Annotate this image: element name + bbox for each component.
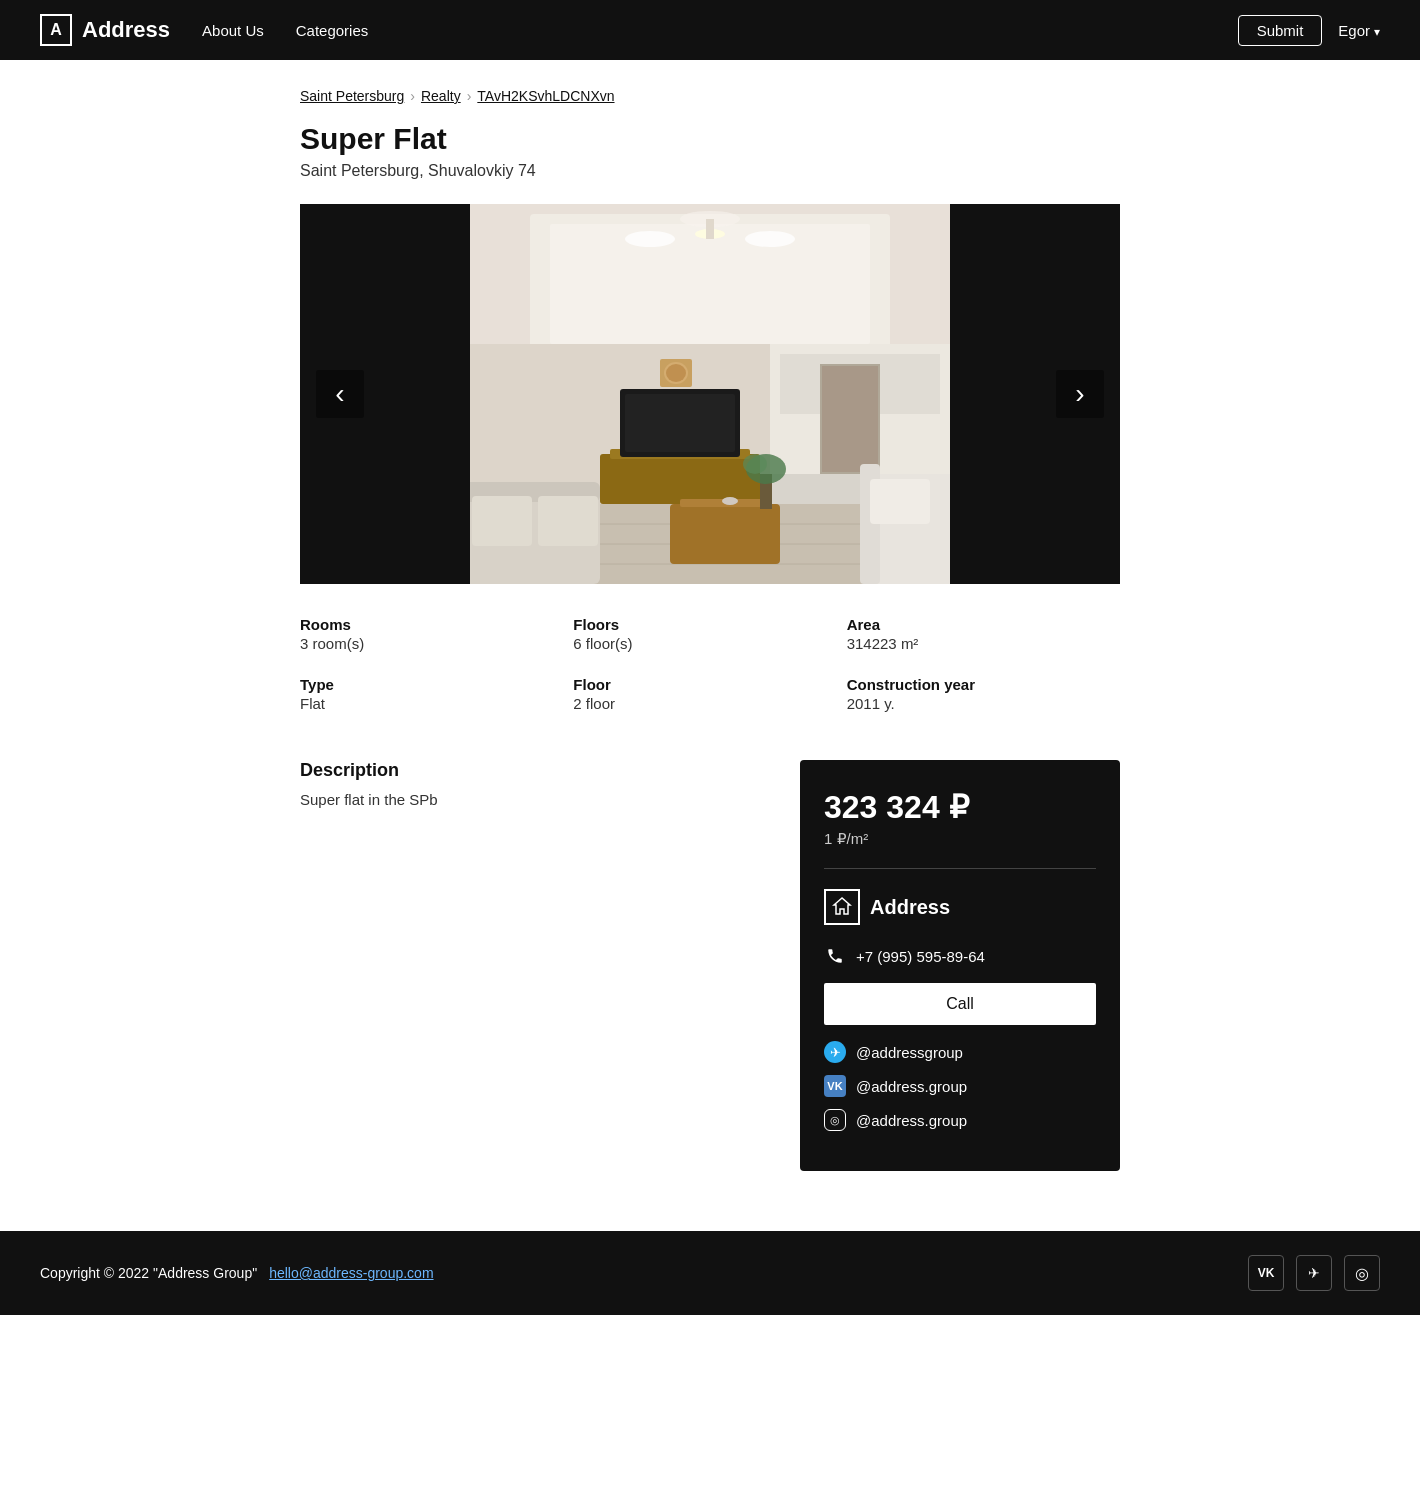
- navbar-right: Submit Egor: [1238, 15, 1380, 46]
- submit-button[interactable]: Submit: [1238, 15, 1323, 46]
- breadcrumb-item-city[interactable]: Saint Petersburg: [300, 88, 404, 104]
- footer: Copyright © 2022 "Address Group" hello@a…: [0, 1231, 1420, 1315]
- user-menu[interactable]: Egor: [1338, 22, 1380, 39]
- vk-icon: VK: [824, 1075, 846, 1097]
- spec-rooms: Rooms 3 room(s): [300, 616, 573, 652]
- spec-rooms-value: 3 room(s): [300, 635, 573, 652]
- spec-area-value: 314223 m²: [847, 635, 1120, 652]
- spec-type-value: Flat: [300, 695, 573, 712]
- logo-icon: A: [40, 14, 72, 46]
- svg-point-35: [743, 454, 767, 474]
- description-title: Description: [300, 760, 768, 781]
- agency-header: Address: [824, 889, 1096, 925]
- svg-rect-37: [706, 219, 714, 239]
- telegram-icon: ✈: [824, 1041, 846, 1063]
- instagram-handle: @address.group: [856, 1112, 967, 1129]
- instagram-icon: ◎: [824, 1109, 846, 1131]
- navbar: A Address About Us Categories Submit Ego…: [0, 0, 1420, 60]
- slider-next-button[interactable]: ›: [1056, 370, 1104, 418]
- spec-area-label: Area: [847, 616, 1120, 633]
- spec-floors-value: 6 floor(s): [573, 635, 846, 652]
- nav-about[interactable]: About Us: [202, 22, 264, 39]
- logo-text: Address: [82, 17, 170, 43]
- svg-point-4: [745, 231, 795, 247]
- svg-point-29: [722, 497, 738, 505]
- vk-handle: @address.group: [856, 1078, 967, 1095]
- breadcrumb-item-id[interactable]: TAvH2KSvhLDCNXvn: [477, 88, 614, 104]
- vk-row: VK @address.group: [824, 1075, 1096, 1097]
- telegram-handle: @addressgroup: [856, 1044, 963, 1061]
- navbar-left: A Address About Us Categories: [40, 14, 368, 46]
- agency-name: Address: [870, 896, 950, 919]
- footer-telegram-button[interactable]: ✈: [1296, 1255, 1332, 1291]
- room-image: [470, 204, 950, 584]
- instagram-row: ◎ @address.group: [824, 1109, 1096, 1131]
- description-text: Super flat in the SPb: [300, 791, 768, 808]
- spec-floor-value: 2 floor: [573, 695, 846, 712]
- footer-left: Copyright © 2022 "Address Group" hello@a…: [40, 1265, 434, 1281]
- price-card: 323 324 ₽ 1 ₽/m² Address +7 (995): [800, 760, 1120, 1171]
- spec-construction-year-value: 2011 y.: [847, 695, 1120, 712]
- main-layout: Description Super flat in the SPb 323 32…: [300, 760, 1120, 1171]
- footer-vk-button[interactable]: VK: [1248, 1255, 1284, 1291]
- slider-prev-button[interactable]: ‹: [316, 370, 364, 418]
- user-name: Egor: [1338, 22, 1370, 39]
- specs-grid: Rooms 3 room(s) Floors 6 floor(s) Area 3…: [300, 616, 1120, 712]
- nav-categories[interactable]: Categories: [296, 22, 369, 39]
- footer-socials: VK ✈ ◎: [1248, 1255, 1380, 1291]
- spec-construction-year: Construction year 2011 y.: [847, 676, 1120, 712]
- svg-rect-27: [670, 504, 780, 564]
- breadcrumb: Saint Petersburg › Realty › TAvH2KSvhLDC…: [300, 88, 1120, 104]
- logo-link[interactable]: A Address: [40, 14, 170, 46]
- footer-instagram-button[interactable]: ◎: [1344, 1255, 1380, 1291]
- svg-rect-19: [625, 394, 735, 452]
- breadcrumb-sep-1: ›: [410, 88, 415, 104]
- svg-point-22: [666, 364, 686, 382]
- phone-icon: [824, 945, 846, 967]
- chevron-down-icon: [1374, 22, 1380, 39]
- spec-floors: Floors 6 floor(s): [573, 616, 846, 652]
- phone-row: +7 (995) 595-89-64: [824, 945, 1096, 967]
- listing-address: Saint Petersburg, Shuvalovkiy 74: [300, 162, 1120, 180]
- main-content: Saint Petersburg › Realty › TAvH2KSvhLDC…: [280, 60, 1140, 1231]
- image-slider: ‹: [300, 204, 1120, 584]
- svg-rect-32: [870, 479, 930, 524]
- spec-area: Area 314223 m²: [847, 616, 1120, 652]
- svg-rect-16: [600, 454, 760, 504]
- svg-rect-2: [550, 224, 870, 344]
- spec-floor: Floor 2 floor: [573, 676, 846, 712]
- spec-floors-label: Floors: [573, 616, 846, 633]
- price-per-sqm: 1 ₽/m²: [824, 830, 1096, 848]
- spec-rooms-label: Rooms: [300, 616, 573, 633]
- price-value: 323 324 ₽: [824, 788, 1096, 826]
- svg-rect-25: [472, 496, 532, 546]
- description-section: Description Super flat in the SPb: [300, 760, 768, 808]
- telegram-row: ✈ @addressgroup: [824, 1041, 1096, 1063]
- svg-rect-26: [538, 496, 598, 546]
- phone-number: +7 (995) 595-89-64: [856, 948, 985, 965]
- listing-title: Super Flat: [300, 122, 1120, 156]
- spec-floor-label: Floor: [573, 676, 846, 693]
- svg-point-3: [625, 231, 675, 247]
- spec-type: Type Flat: [300, 676, 573, 712]
- svg-rect-15: [822, 366, 878, 472]
- breadcrumb-item-realty[interactable]: Realty: [421, 88, 461, 104]
- footer-copyright: Copyright © 2022 "Address Group": [40, 1265, 257, 1281]
- agency-logo-icon: [824, 889, 860, 925]
- call-button[interactable]: Call: [824, 983, 1096, 1025]
- price-divider: [824, 868, 1096, 869]
- spec-construction-year-label: Construction year: [847, 676, 1120, 693]
- breadcrumb-sep-2: ›: [467, 88, 472, 104]
- spec-type-label: Type: [300, 676, 573, 693]
- footer-email[interactable]: hello@address-group.com: [269, 1265, 433, 1281]
